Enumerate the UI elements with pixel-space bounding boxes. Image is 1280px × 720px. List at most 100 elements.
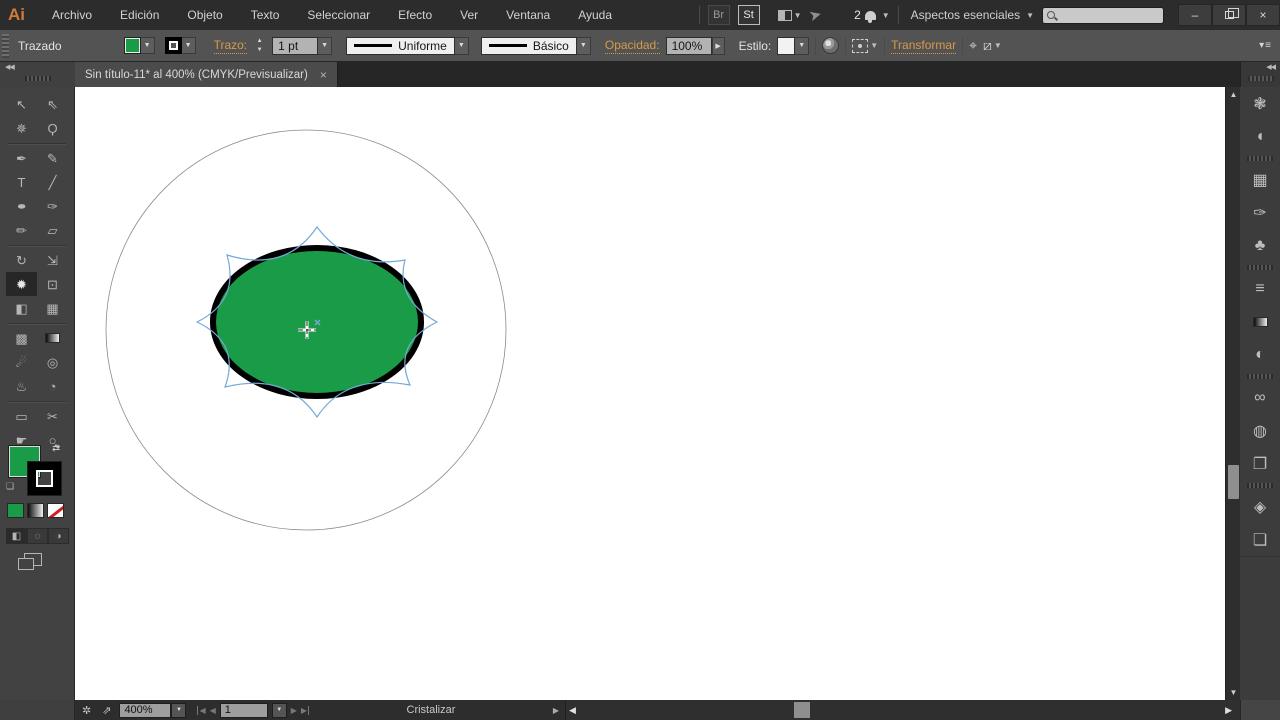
chevron-down-icon[interactable]: ▼ <box>318 36 333 55</box>
graphic-styles-panel[interactable]: ◍ <box>1240 414 1280 447</box>
chevron-down-icon[interactable]: ▼ <box>576 36 591 55</box>
expand-panel-icon[interactable]: ◀◀ <box>1266 63 1276 71</box>
stroke-swatch[interactable] <box>28 462 61 495</box>
paintbrush-tool[interactable]: ✑ <box>37 194 68 218</box>
minimize-button[interactable]: – <box>1178 4 1212 26</box>
brushes-panel[interactable]: ✑ <box>1240 196 1280 229</box>
menu-ver[interactable]: Ver <box>447 1 491 29</box>
opacity-value[interactable]: 100% <box>665 36 712 55</box>
stroke-weight-combo[interactable]: 1 pt ▼ <box>272 36 333 55</box>
blend-tool[interactable]: ◎ <box>37 350 68 374</box>
draw-inside-button[interactable]: ◑ <box>48 528 69 544</box>
eyedropper-tool[interactable]: ☄ <box>6 350 37 374</box>
slice-tool[interactable]: ✂ <box>37 404 68 428</box>
draw-behind-button[interactable]: ◌ <box>27 528 48 544</box>
perspective-grid-tool[interactable]: ▦ <box>37 296 68 320</box>
scroll-up-icon[interactable]: ▲ <box>1226 90 1241 99</box>
scroll-left-icon[interactable]: ◀ <box>569 700 576 720</box>
menu-seleccionar[interactable]: Seleccionar <box>294 1 383 29</box>
curvature-tool[interactable]: ✎ <box>37 146 68 170</box>
transform-panel-link[interactable]: Transformar <box>891 38 957 54</box>
artboards-panel[interactable]: ❏ <box>1240 523 1280 556</box>
magic-wand-tool[interactable]: ✵ <box>6 116 37 140</box>
style-swatch[interactable] <box>777 36 796 55</box>
layers-panel[interactable]: ◈ <box>1240 490 1280 523</box>
appearance-panel[interactable]: ∞ <box>1240 381 1280 414</box>
pen-tool[interactable]: ✒ <box>6 146 37 170</box>
opacity-combo[interactable]: 100% ▶ <box>665 36 725 55</box>
crystallize-tool[interactable]: ✹ <box>6 272 37 296</box>
menu-ventana[interactable]: Ventana <box>493 1 563 29</box>
vertical-scrollbar[interactable]: ▲ ▼ <box>1225 87 1240 700</box>
opacity-panel-link[interactable]: Opacidad: <box>604 38 660 54</box>
chevron-down-icon[interactable]: ▼ <box>171 702 187 718</box>
panel-grip[interactable] <box>1240 371 1280 381</box>
default-fill-stroke-icon[interactable]: ❏ <box>6 481 14 492</box>
scale-tool[interactable]: ⇲ <box>37 248 68 272</box>
fill-swatch[interactable] <box>123 37 141 54</box>
chevron-down-icon[interactable]: ▼ <box>271 702 287 718</box>
previous-artboard-button[interactable]: ◀ <box>210 706 216 715</box>
horizontal-scroll-thumb[interactable] <box>794 702 810 718</box>
panel-grip[interactable] <box>24 76 51 81</box>
free-transform-tool[interactable]: ⊡ <box>37 272 68 296</box>
stroke-panel[interactable]: ≡ <box>1240 272 1280 305</box>
isolate-object-button[interactable]: ▼ <box>852 38 878 53</box>
sync-settings-icon[interactable]: ✲ <box>79 704 94 717</box>
dock-header[interactable]: ◀◀ <box>1240 62 1280 87</box>
chevron-right-icon[interactable]: ▶ <box>711 36 725 55</box>
gradient-panel[interactable] <box>1240 305 1280 338</box>
panel-grip[interactable] <box>1247 76 1274 81</box>
artboard-number[interactable]: 1 <box>219 702 268 718</box>
cs-live-icon[interactable]: ➤ <box>807 5 825 26</box>
gradient-tool[interactable] <box>37 326 68 350</box>
menu-ayuda[interactable]: Ayuda <box>565 1 625 29</box>
bridge-button[interactable]: Br <box>707 5 730 25</box>
panel-grip[interactable] <box>2 33 9 58</box>
close-button[interactable]: × <box>1246 4 1280 26</box>
menu-efecto[interactable]: Efecto <box>385 1 445 29</box>
artboard-tool[interactable]: ▭ <box>6 404 37 428</box>
panel-grip[interactable] <box>1240 480 1280 490</box>
none-button[interactable] <box>47 503 64 518</box>
restore-button[interactable] <box>1212 4 1246 26</box>
eraser-tool[interactable]: ▱ <box>37 218 68 242</box>
symbols-panel[interactable]: ♣ <box>1240 229 1280 262</box>
swatches-panel[interactable]: ▦ <box>1240 163 1280 196</box>
transparency-panel[interactable]: ◐ <box>1240 338 1280 371</box>
notifications-button[interactable]: 2 ▼ <box>854 8 890 23</box>
search-box[interactable] <box>1042 6 1164 24</box>
status-expand-icon[interactable]: ▶ <box>553 706 561 715</box>
recolor-artwork-icon[interactable] <box>822 37 840 54</box>
color-panel[interactable]: ❃ <box>1240 87 1280 120</box>
stock-button[interactable]: St <box>737 5 760 25</box>
canvas[interactable] <box>75 87 1225 700</box>
symbol-sprayer-tool[interactable]: ♨ <box>6 374 37 398</box>
step-down-icon[interactable]: ▼ <box>253 46 266 55</box>
menu-texto[interactable]: Texto <box>238 1 293 29</box>
fit-artboard-icon[interactable]: ⌖ <box>969 37 977 54</box>
swap-fill-stroke-icon[interactable]: ⇄ <box>52 443 60 454</box>
fill-color-combo[interactable]: ▼ <box>123 37 155 54</box>
line-segment-tool[interactable]: ╱ <box>37 170 68 194</box>
next-artboard-button[interactable]: ▶ <box>291 706 297 715</box>
graph-tool[interactable]: ◔ <box>37 374 68 398</box>
color-guide-panel[interactable]: ◖ <box>1240 120 1280 153</box>
select-similar-button[interactable]: ⧄ ▼ <box>983 37 1002 54</box>
vertical-scroll-thumb[interactable] <box>1228 465 1239 499</box>
arrange-documents-button[interactable]: ▼ <box>777 9 801 21</box>
selection-tool[interactable]: ↖ <box>6 92 37 116</box>
stroke-weight-stepper[interactable]: ▲ ▼ <box>253 37 266 55</box>
stroke-swatch[interactable] <box>164 37 182 54</box>
type-tool[interactable]: T <box>6 170 37 194</box>
scroll-right-icon[interactable]: ▶ <box>1225 700 1232 720</box>
style-combo[interactable]: ▼ <box>777 36 810 55</box>
links-panel[interactable]: ❐ <box>1240 447 1280 480</box>
first-artboard-button[interactable]: ◀ <box>197 705 206 715</box>
screen-mode-button[interactable] <box>18 553 42 570</box>
chevron-down-icon[interactable]: ▼ <box>140 37 155 54</box>
zoom-value[interactable]: 400% <box>119 702 172 718</box>
panel-menu-icon[interactable]: ▾≡ <box>1259 40 1272 51</box>
panel-grip[interactable] <box>1240 153 1280 163</box>
ellipse-tool[interactable]: ● <box>6 194 37 218</box>
